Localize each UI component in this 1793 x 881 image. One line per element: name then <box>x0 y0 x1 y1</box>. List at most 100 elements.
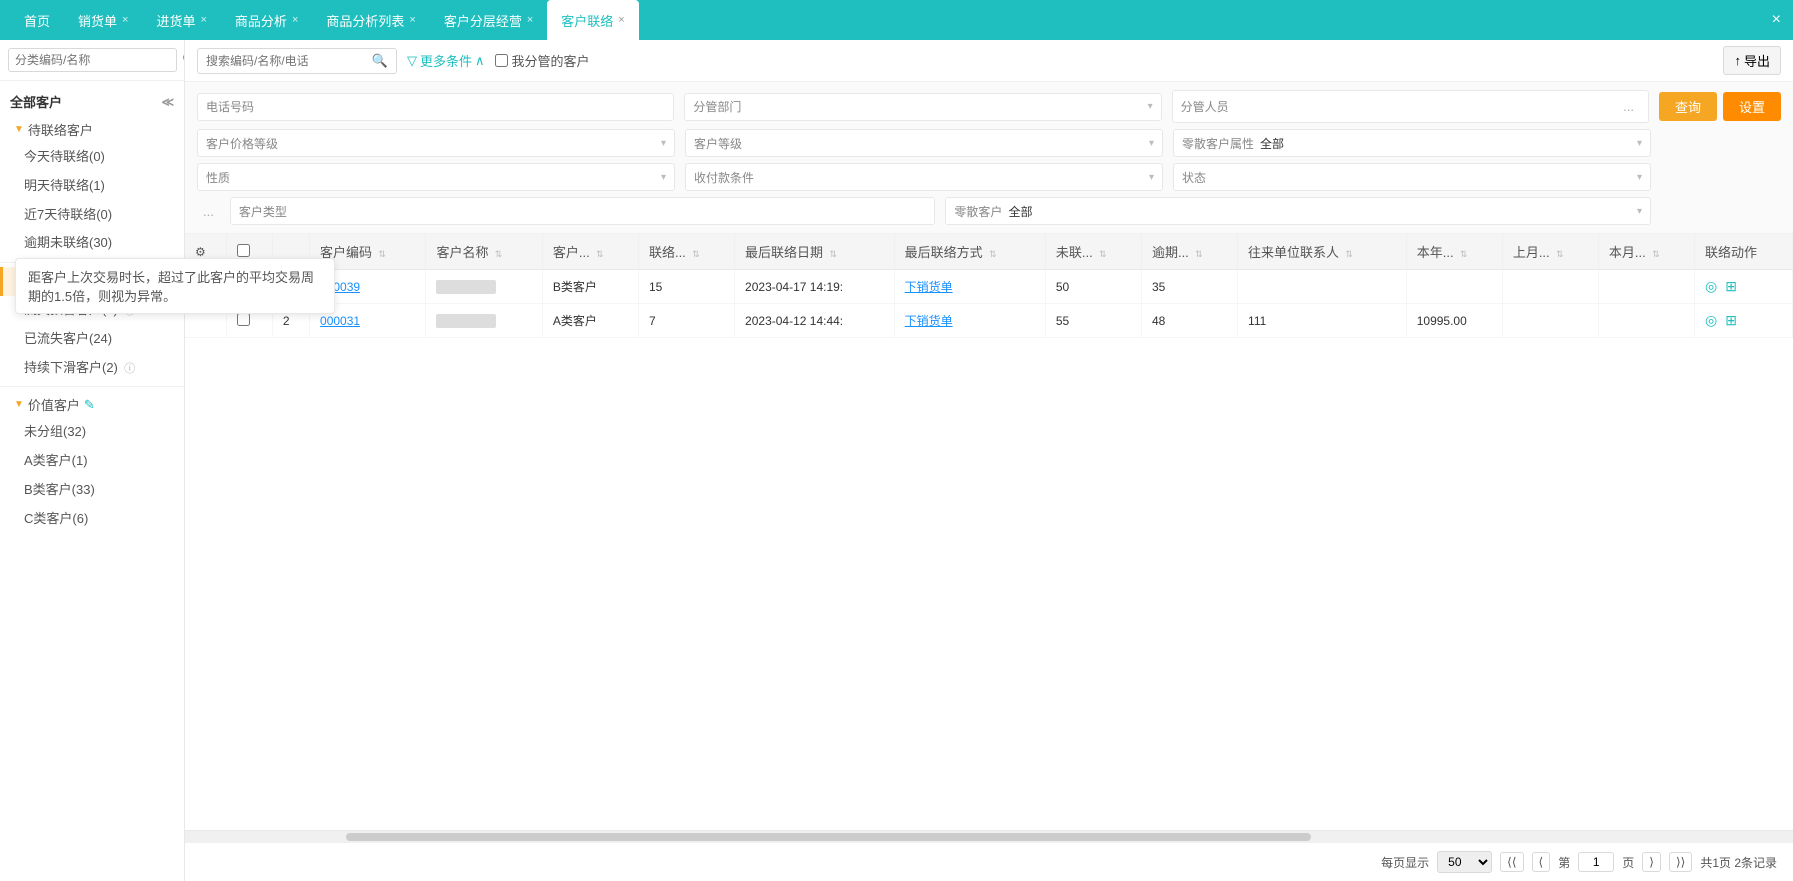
tab-customer-contact[interactable]: 客户联络 × <box>547 0 638 40</box>
td-nocontact-1: 50 <box>1045 270 1141 304</box>
next-page-button[interactable]: ⟩ <box>1642 852 1661 872</box>
more-icon-2[interactable]: ⊞ <box>1725 312 1737 329</box>
sidebar-item-a-class[interactable]: A类客户(1) <box>0 447 184 476</box>
year-sort-icon: ⇅ <box>1460 249 1468 259</box>
more-conditions-button[interactable]: ▽ 更多条件 ∧ <box>407 51 485 70</box>
customer-type-field: 客户类型 <box>230 197 936 225</box>
sidebar-item-c-class[interactable]: C类客户(6) <box>0 505 184 534</box>
th-this-year[interactable]: 本年... ⇅ <box>1406 234 1502 270</box>
export-icon: ↑ <box>1734 53 1741 68</box>
export-button[interactable]: ↑ 导出 <box>1723 46 1781 75</box>
sidebar-item-tomorrow[interactable]: 明天待联络(1) <box>0 172 184 201</box>
all-customers-group[interactable]: 全部客户 ≪ <box>0 87 184 116</box>
date-sort-icon: ⇅ <box>829 249 837 259</box>
td-method-2[interactable]: 下销货单 <box>894 304 1045 338</box>
filter-row-1: 电话号码 分管部门 ▾ 分管人员 ... 查询 设置 <box>197 90 1781 123</box>
page-size-select[interactable]: 50 100 200 <box>1437 851 1492 873</box>
sidebar-item-ungroup[interactable]: 未分组(32) <box>0 418 184 447</box>
filter-row-2: 客户价格等级 ▾ 客户等级 ▾ 零散客户属性 全部 ▾ <box>197 129 1781 157</box>
filter-row-3: 性质 ▾ 收付款条件 ▾ 状态 ▾ <box>197 163 1781 191</box>
contact-icon-2[interactable]: ◎ <box>1705 312 1717 329</box>
tab-sales[interactable]: 销货单 × <box>64 0 142 40</box>
th-type[interactable]: 客户... ⇅ <box>542 234 638 270</box>
row2-checkbox[interactable] <box>237 313 250 326</box>
name-sort-icon: ⇅ <box>495 249 503 259</box>
td-type-2: A类客户 <box>542 304 638 338</box>
retail-customer-dropdown-icon: ▾ <box>1637 206 1642 217</box>
price-level-dropdown-icon: ▾ <box>661 138 666 149</box>
main-search-input[interactable] <box>206 54 368 68</box>
contact-icon-1[interactable]: ◎ <box>1705 278 1717 295</box>
tab-analysis-list[interactable]: 商品分析列表 × <box>312 0 429 40</box>
customer-level-field: 客户等级 ▾ <box>685 129 1163 157</box>
td-name-1 <box>426 270 542 304</box>
td-method-1[interactable]: 下销货单 <box>894 270 1045 304</box>
advanced-filters: 电话号码 分管部门 ▾ 分管人员 ... 查询 设置 <box>185 82 1793 234</box>
sidebar-item-overdue[interactable]: 逾期未联络(30) <box>0 229 184 258</box>
th-no-contact[interactable]: 未联... ⇅ <box>1045 234 1141 270</box>
main-search-icon[interactable]: 🔍 <box>372 53 388 69</box>
first-page-button[interactable]: ⟨⟨ <box>1500 852 1523 872</box>
close-analysis-tab[interactable]: × <box>292 14 298 26</box>
global-close-button[interactable]: × <box>1772 11 1781 29</box>
sidebar-item-today[interactable]: 今天待联络(0) <box>0 143 184 172</box>
collapse-icon[interactable]: ≪ <box>161 95 174 109</box>
sidebar-item-b-class[interactable]: B类客户(33) <box>0 476 184 505</box>
td-nocontact-2: 55 <box>1045 304 1141 338</box>
action-icons-1: ◎ ⊞ <box>1705 278 1782 295</box>
sidebar-item-declining[interactable]: 持续下滑客户(2) ⓘ <box>0 354 184 383</box>
my-customers-checkbox[interactable] <box>495 54 508 67</box>
sidebar-item-already-lost[interactable]: 已流失客户(24) <box>0 325 184 354</box>
select-all-checkbox[interactable] <box>237 244 250 257</box>
customer-table: ⚙ 客户编码 ⇅ 客户名称 ⇅ <box>185 234 1793 338</box>
info-icon-3: ⓘ <box>124 363 135 375</box>
pending-section[interactable]: ▼ 待联络客户 <box>0 116 184 143</box>
sidebar-item-7days[interactable]: 近7天待联络(0) <box>0 201 184 230</box>
td-action-1: ◎ ⊞ <box>1695 270 1793 304</box>
horizontal-scrollbar[interactable] <box>185 830 1793 842</box>
value-customer-section[interactable]: ▼ 价值客户 ✎ <box>0 391 184 418</box>
category-search-input[interactable] <box>8 48 177 72</box>
query-button[interactable]: 查询 <box>1659 92 1717 121</box>
sidebar-body: 全部客户 ≪ ▼ 待联络客户 今天待联络(0) 明天待联络(1) 近7天待联络(… <box>0 81 184 881</box>
tab-analysis[interactable]: 商品分析 × <box>221 0 312 40</box>
code-sort-icon: ⇅ <box>378 249 386 259</box>
payment-field: 收付款条件 ▾ <box>685 163 1163 191</box>
th-this-month[interactable]: 本月... ⇅ <box>1598 234 1694 270</box>
branch-person-field: 分管人员 ... <box>1172 90 1649 123</box>
branch-dept-dropdown-icon: ▾ <box>1148 101 1153 112</box>
th-last-contact-date[interactable]: 最后联络日期 ⇅ <box>735 234 895 270</box>
last-page-button[interactable]: ⟩⟩ <box>1669 852 1692 872</box>
tab-home[interactable]: 首页 <box>10 0 64 40</box>
row4-dots[interactable]: ... <box>197 200 220 223</box>
chevron-down-icon: ∧ <box>475 53 485 69</box>
retail-attr-field: 零散客户属性 全部 ▾ <box>1173 129 1651 157</box>
th-last-month[interactable]: 上月... ⇅ <box>1502 234 1598 270</box>
th-last-contact-method[interactable]: 最后联络方式 ⇅ <box>894 234 1045 270</box>
status-dropdown-icon: ▾ <box>1637 172 1642 183</box>
scroll-thumb[interactable] <box>346 833 1311 841</box>
tab-purchase[interactable]: 进货单 × <box>142 0 220 40</box>
td-thisyear-1 <box>1406 270 1502 304</box>
branch-person-dots[interactable]: ... <box>1617 95 1640 118</box>
filter-row-4: ... 客户类型 零散客户 全部 ▾ <box>197 197 1781 225</box>
close-segment-tab[interactable]: × <box>527 14 533 26</box>
th-name[interactable]: 客户名称 ⇅ <box>426 234 542 270</box>
settings-button[interactable]: 设置 <box>1723 92 1781 121</box>
td-overdue-1: 35 <box>1141 270 1237 304</box>
more-icon-1[interactable]: ⊞ <box>1725 278 1737 295</box>
td-lastmonth-1 <box>1502 270 1598 304</box>
value-edit-icon[interactable]: ✎ <box>84 397 95 413</box>
th-contact[interactable]: 联络... ⇅ <box>638 234 734 270</box>
tab-customer-segment[interactable]: 客户分层经营 × <box>430 0 547 40</box>
th-unit-contact[interactable]: 往来单位联系人 ⇅ <box>1238 234 1407 270</box>
close-analysis-list-tab[interactable]: × <box>409 14 415 26</box>
payment-dropdown-icon: ▾ <box>1149 172 1154 183</box>
prev-page-button[interactable]: ⟨ <box>1532 852 1551 872</box>
page-number-input[interactable] <box>1578 852 1614 872</box>
close-purchase-tab[interactable]: × <box>200 14 206 26</box>
status-field: 状态 ▾ <box>1173 163 1651 191</box>
th-overdue[interactable]: 逾期... ⇅ <box>1141 234 1237 270</box>
close-contact-tab[interactable]: × <box>618 14 624 26</box>
close-sales-tab[interactable]: × <box>122 14 128 26</box>
